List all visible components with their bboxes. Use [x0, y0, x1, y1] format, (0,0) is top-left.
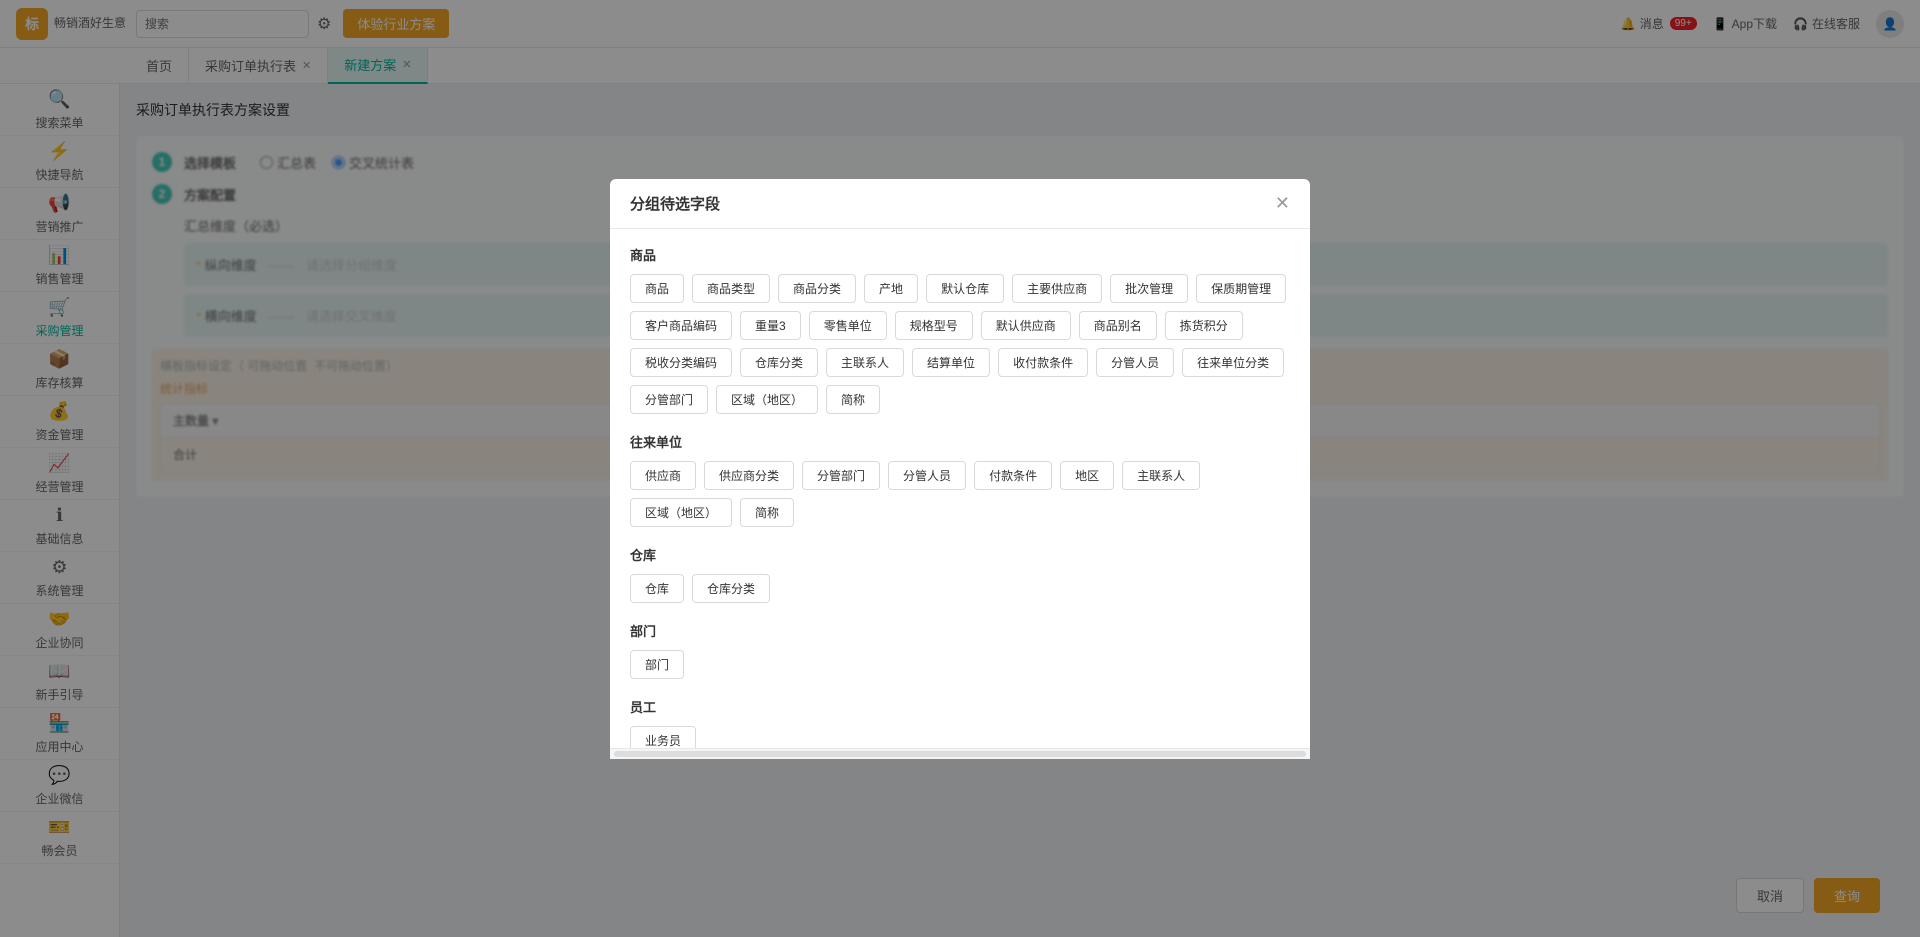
modal-overlay: 分组待选字段 ✕ 商品 商品 商品类型 商品分类 产地 默认仓库 主要供应商 批… [0, 0, 1920, 937]
section-department-title: 部门 [630, 621, 1290, 640]
goods-fields: 商品 商品类型 商品分类 产地 默认仓库 主要供应商 批次管理 保质期管理 客户… [630, 274, 1290, 414]
section-staff: 员工 业务员 [630, 697, 1290, 748]
modal-close-button[interactable]: ✕ [1275, 193, 1290, 214]
section-warehouse-title: 仓库 [630, 545, 1290, 564]
field-main-contact-partner[interactable]: 主联系人 [1122, 461, 1200, 490]
section-partner-title: 往来单位 [630, 432, 1290, 451]
field-region-goods[interactable]: 区域（地区） [716, 385, 818, 414]
field-tax-code[interactable]: 税收分类编码 [630, 348, 732, 377]
hscroll-thumb [614, 751, 1306, 757]
field-short-name-partner[interactable]: 简称 [740, 498, 794, 527]
field-warehouse-category[interactable]: 仓库分类 [740, 348, 818, 377]
modal-body[interactable]: 商品 商品 商品类型 商品分类 产地 默认仓库 主要供应商 批次管理 保质期管理… [610, 229, 1310, 748]
field-default-supplier[interactable]: 默认供应商 [981, 311, 1071, 340]
field-partner-category[interactable]: 往来单位分类 [1182, 348, 1284, 377]
field-shelf-life[interactable]: 保质期管理 [1196, 274, 1286, 303]
field-payment-cond[interactable]: 付款条件 [974, 461, 1052, 490]
section-goods: 商品 商品 商品类型 商品分类 产地 默认仓库 主要供应商 批次管理 保质期管理… [630, 245, 1290, 414]
field-select-modal: 分组待选字段 ✕ 商品 商品 商品类型 商品分类 产地 默认仓库 主要供应商 批… [610, 179, 1310, 759]
field-area[interactable]: 地区 [1060, 461, 1114, 490]
field-supplier-category[interactable]: 供应商分类 [704, 461, 794, 490]
section-department: 部门 部门 [630, 621, 1290, 679]
field-spec-model[interactable]: 规格型号 [895, 311, 973, 340]
field-dept-supervisor[interactable]: 分管部门 [630, 385, 708, 414]
section-staff-title: 员工 [630, 697, 1290, 716]
field-goods-category[interactable]: 商品分类 [778, 274, 856, 303]
warehouse-fields: 仓库 仓库分类 [630, 574, 1290, 603]
field-batch-mgmt[interactable]: 批次管理 [1110, 274, 1188, 303]
field-department[interactable]: 部门 [630, 650, 684, 679]
section-goods-title: 商品 [630, 245, 1290, 264]
section-warehouse: 仓库 仓库 仓库分类 [630, 545, 1290, 603]
field-main-contact[interactable]: 主联系人 [826, 348, 904, 377]
modal-title: 分组待选字段 [630, 193, 720, 214]
field-warehouse-class[interactable]: 仓库分类 [692, 574, 770, 603]
modal-horizontal-scrollbar[interactable] [610, 748, 1310, 759]
field-supervisor[interactable]: 分管人员 [1096, 348, 1174, 377]
field-goods-type[interactable]: 商品类型 [692, 274, 770, 303]
field-main-supplier[interactable]: 主要供应商 [1012, 274, 1102, 303]
partner-fields: 供应商 供应商分类 分管部门 分管人员 付款条件 地区 主联系人 区域（地区） … [630, 461, 1290, 527]
department-fields: 部门 [630, 650, 1290, 679]
modal-header: 分组待选字段 ✕ [610, 179, 1310, 229]
field-partner-supervisor[interactable]: 分管人员 [888, 461, 966, 490]
section-partner: 往来单位 供应商 供应商分类 分管部门 分管人员 付款条件 地区 主联系人 区域… [630, 432, 1290, 527]
field-settlement-unit[interactable]: 结算单位 [912, 348, 990, 377]
field-goods-alias[interactable]: 商品别名 [1079, 311, 1157, 340]
field-salesperson[interactable]: 业务员 [630, 726, 696, 748]
field-supplier[interactable]: 供应商 [630, 461, 696, 490]
field-default-warehouse[interactable]: 默认仓库 [926, 274, 1004, 303]
field-goods[interactable]: 商品 [630, 274, 684, 303]
field-payment-terms[interactable]: 收付款条件 [998, 348, 1088, 377]
field-region-partner[interactable]: 区域（地区） [630, 498, 732, 527]
staff-fields: 业务员 [630, 726, 1290, 748]
field-retail-unit[interactable]: 零售单位 [809, 311, 887, 340]
field-weight[interactable]: 重量3 [740, 311, 801, 340]
field-customer-code[interactable]: 客户商品编码 [630, 311, 732, 340]
field-warehouse[interactable]: 仓库 [630, 574, 684, 603]
field-origin[interactable]: 产地 [864, 274, 918, 303]
field-partner-dept[interactable]: 分管部门 [802, 461, 880, 490]
field-short-name-goods[interactable]: 简称 [826, 385, 880, 414]
field-pick-points[interactable]: 拣货积分 [1165, 311, 1243, 340]
